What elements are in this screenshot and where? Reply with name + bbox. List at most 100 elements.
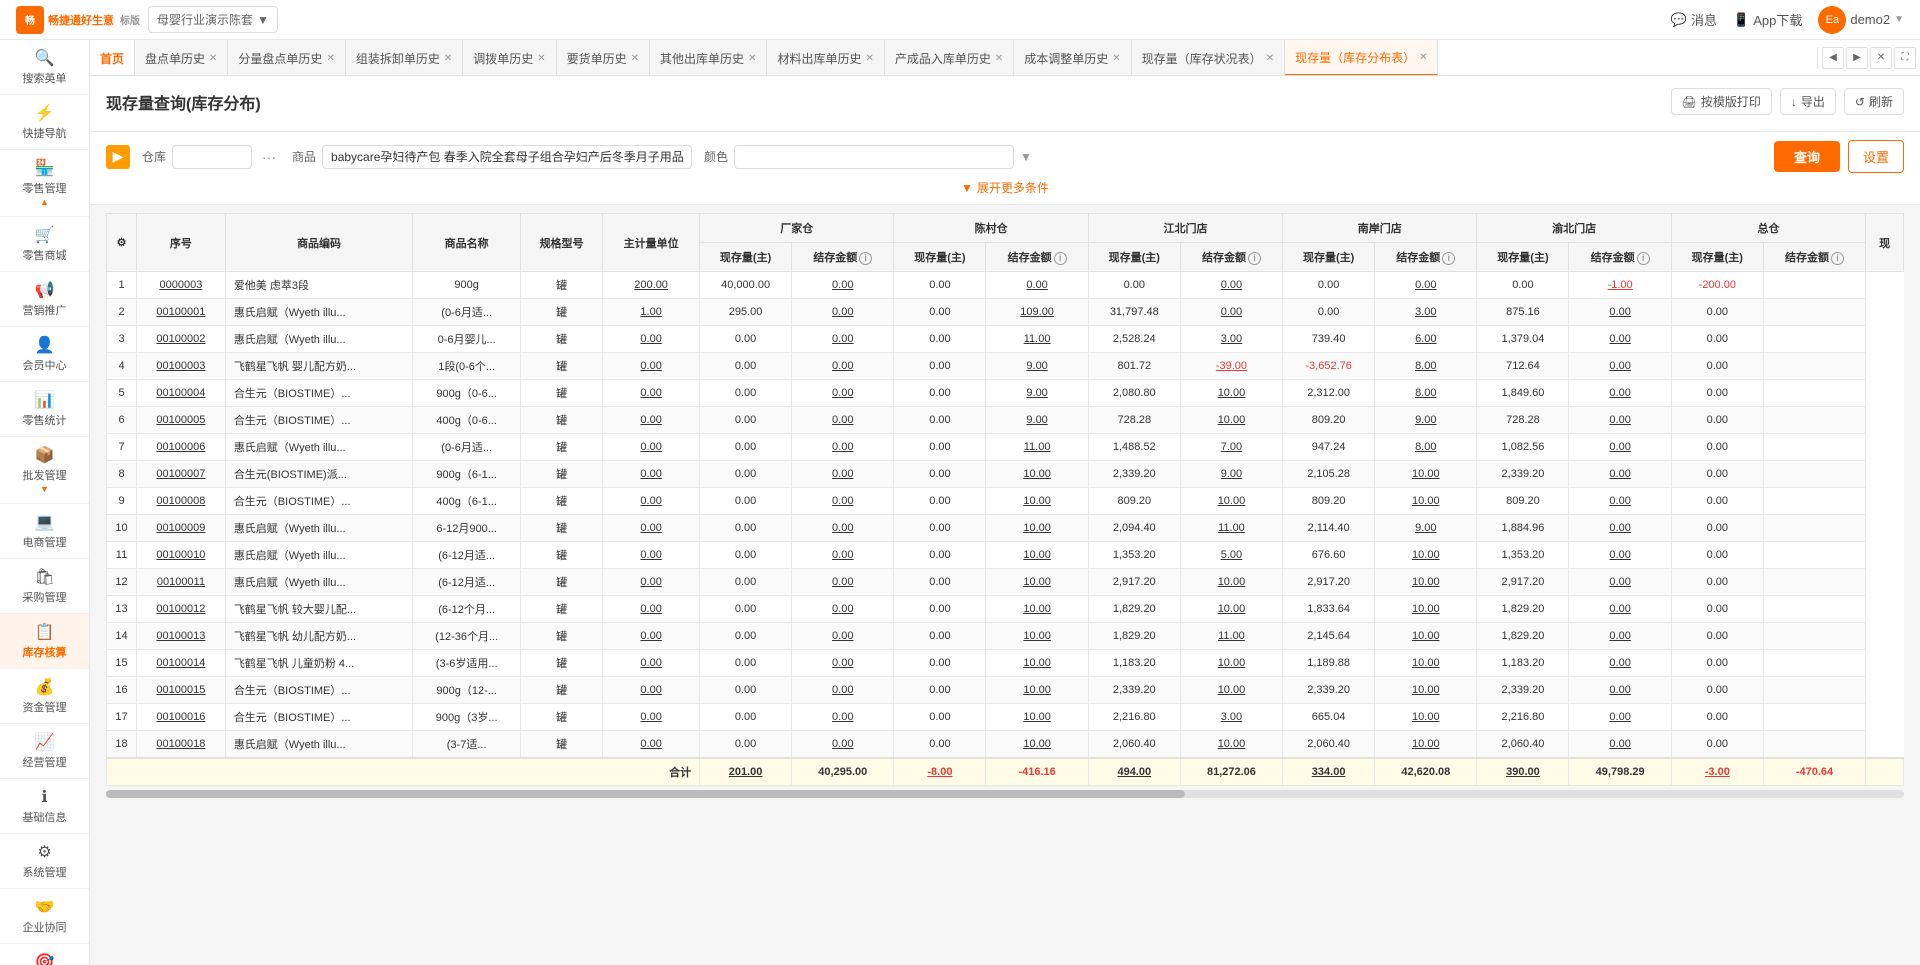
table-cell[interactable]: 0.00	[792, 731, 894, 759]
table-cell[interactable]: 3.00	[1180, 326, 1282, 353]
tab-assembly[interactable]: 组装拆卸单历史 ✕	[346, 40, 463, 75]
table-cell[interactable]: 0000003	[137, 272, 226, 299]
table-cell[interactable]: 0.00	[1569, 623, 1671, 650]
table-cell[interactable]: 0.00	[1569, 353, 1671, 380]
table-cell[interactable]: 00100002	[137, 326, 226, 353]
table-cell[interactable]: 00100009	[137, 515, 226, 542]
table-cell[interactable]: 11.00	[1180, 623, 1282, 650]
table-cell[interactable]: 0.00	[1569, 407, 1671, 434]
tab-prev-btn[interactable]: ◀	[1822, 47, 1844, 69]
table-cell[interactable]: 6.00	[1375, 326, 1477, 353]
tab-other-out[interactable]: 其他出库单历史 ✕	[650, 40, 767, 75]
product-input[interactable]	[322, 145, 692, 169]
table-cell[interactable]: 10.00	[986, 677, 1088, 704]
table-cell[interactable]: 10.00	[1180, 650, 1282, 677]
tab-stock-status[interactable]: 现存量（库存状况表） ✕	[1132, 40, 1285, 75]
close-icon[interactable]: ✕	[1419, 52, 1427, 63]
table-cell[interactable]: 10.00	[986, 650, 1088, 677]
footer-factory-qty[interactable]: 201.00	[700, 758, 792, 786]
warehouse-input[interactable]	[172, 145, 252, 169]
tab-cost-adjust[interactable]: 成本调整单历史 ✕	[1014, 40, 1131, 75]
table-cell[interactable]: 0.00	[792, 272, 894, 299]
table-cell[interactable]: 0.00	[792, 650, 894, 677]
table-cell[interactable]: 10.00	[1375, 569, 1477, 596]
sidebar-item-system[interactable]: ⚙ 系统管理	[0, 834, 89, 889]
table-cell[interactable]: 0.00	[603, 623, 700, 650]
close-icon[interactable]: ✕	[326, 53, 334, 64]
tab-home[interactable]: 首页	[90, 40, 135, 75]
table-cell[interactable]: 0.00	[792, 461, 894, 488]
sidebar-item-retail-mgmt[interactable]: 🏪 零售管理 ▲	[0, 150, 89, 217]
table-cell[interactable]: 0.00	[603, 461, 700, 488]
table-cell[interactable]: 0.00	[603, 542, 700, 569]
table-cell[interactable]: 0.00	[1569, 650, 1671, 677]
table-cell[interactable]: 00100004	[137, 380, 226, 407]
table-cell[interactable]: 00100006	[137, 434, 226, 461]
table-cell[interactable]: 0.00	[1569, 326, 1671, 353]
table-cell[interactable]: 0.00	[792, 380, 894, 407]
table-cell[interactable]: 10.00	[986, 569, 1088, 596]
close-icon[interactable]: ✕	[209, 53, 217, 64]
table-cell[interactable]: 0.00	[1569, 596, 1671, 623]
table-cell[interactable]: 0.00	[792, 326, 894, 353]
table-cell[interactable]: 10.00	[1180, 569, 1282, 596]
info-icon[interactable]: i	[1248, 252, 1261, 265]
table-cell[interactable]: 10.00	[1180, 488, 1282, 515]
table-cell[interactable]: 9.00	[1375, 515, 1477, 542]
table-cell[interactable]: 0.00	[792, 488, 894, 515]
setting-btn[interactable]: 设置	[1848, 140, 1904, 173]
table-cell[interactable]: 0.00	[1569, 434, 1671, 461]
col-settings[interactable]: ⚙	[107, 214, 137, 272]
table-cell[interactable]: 0.00	[603, 677, 700, 704]
table-cell[interactable]: 9.00	[986, 407, 1088, 434]
sidebar-item-quick-nav[interactable]: ⚡ 快捷导航	[0, 95, 89, 150]
table-cell[interactable]: 0.00	[1569, 677, 1671, 704]
scrollbar-hint[interactable]	[106, 790, 1904, 798]
table-cell[interactable]: 9.00	[986, 380, 1088, 407]
sidebar-item-finance[interactable]: 💰 资金管理	[0, 669, 89, 724]
info-icon[interactable]: i	[1054, 252, 1067, 265]
table-cell[interactable]: 00100018	[137, 731, 226, 759]
table-cell[interactable]: 0.00	[792, 407, 894, 434]
table-cell[interactable]: 00100010	[137, 542, 226, 569]
table-cell[interactable]: 109.00	[986, 299, 1088, 326]
table-cell[interactable]: 00100001	[137, 299, 226, 326]
table-cell[interactable]: 10.00	[1375, 731, 1477, 759]
table-cell[interactable]: 10.00	[1180, 407, 1282, 434]
query-btn[interactable]: 查询	[1774, 141, 1840, 172]
table-cell[interactable]: 0.00	[986, 272, 1088, 299]
table-cell[interactable]: 0.00	[1569, 515, 1671, 542]
table-cell[interactable]: 10.00	[1375, 677, 1477, 704]
table-cell[interactable]: 8.00	[1375, 380, 1477, 407]
table-cell[interactable]: 3.00	[1180, 704, 1282, 731]
table-cell[interactable]: 00100008	[137, 488, 226, 515]
table-cell[interactable]: 9.00	[1375, 407, 1477, 434]
table-cell[interactable]: 0.00	[792, 623, 894, 650]
close-icon[interactable]: ✕	[1266, 53, 1274, 64]
footer-jb-qty[interactable]: 494.00	[1088, 758, 1180, 786]
table-cell[interactable]: 9.00	[1180, 461, 1282, 488]
table-cell[interactable]: 0.00	[792, 434, 894, 461]
table-cell[interactable]: 00100012	[137, 596, 226, 623]
table-cell[interactable]: 10.00	[1375, 623, 1477, 650]
table-cell[interactable]: 0.00	[1569, 731, 1671, 759]
table-cell[interactable]: 0.00	[603, 704, 700, 731]
table-cell[interactable]: -1.00	[1569, 272, 1671, 299]
sidebar-item-purchase[interactable]: 🛍 采购管理	[0, 559, 89, 614]
tab-stock-dist[interactable]: 现存量（库存分布表） ✕	[1285, 40, 1438, 75]
table-cell[interactable]: 0.00	[603, 596, 700, 623]
table-cell[interactable]: 00100011	[137, 569, 226, 596]
table-cell[interactable]: 00100003	[137, 353, 226, 380]
table-cell[interactable]: 9.00	[986, 353, 1088, 380]
table-cell[interactable]: 10.00	[1180, 731, 1282, 759]
close-icon[interactable]: ✕	[444, 53, 452, 64]
table-cell[interactable]: 10.00	[1180, 380, 1282, 407]
footer-na-qty[interactable]: 334.00	[1283, 758, 1375, 786]
sidebar-item-retail-mall[interactable]: 🛒 零售商城	[0, 217, 89, 272]
table-cell[interactable]: -39.00	[1180, 353, 1282, 380]
table-cell[interactable]: 10.00	[1180, 677, 1282, 704]
table-cell[interactable]: 0.00	[603, 326, 700, 353]
tab-partial-check[interactable]: 分量盘点单历史 ✕	[228, 40, 345, 75]
print-btn[interactable]: 🖨 按模版打印	[1671, 88, 1772, 115]
table-cell[interactable]: 11.00	[1180, 515, 1282, 542]
